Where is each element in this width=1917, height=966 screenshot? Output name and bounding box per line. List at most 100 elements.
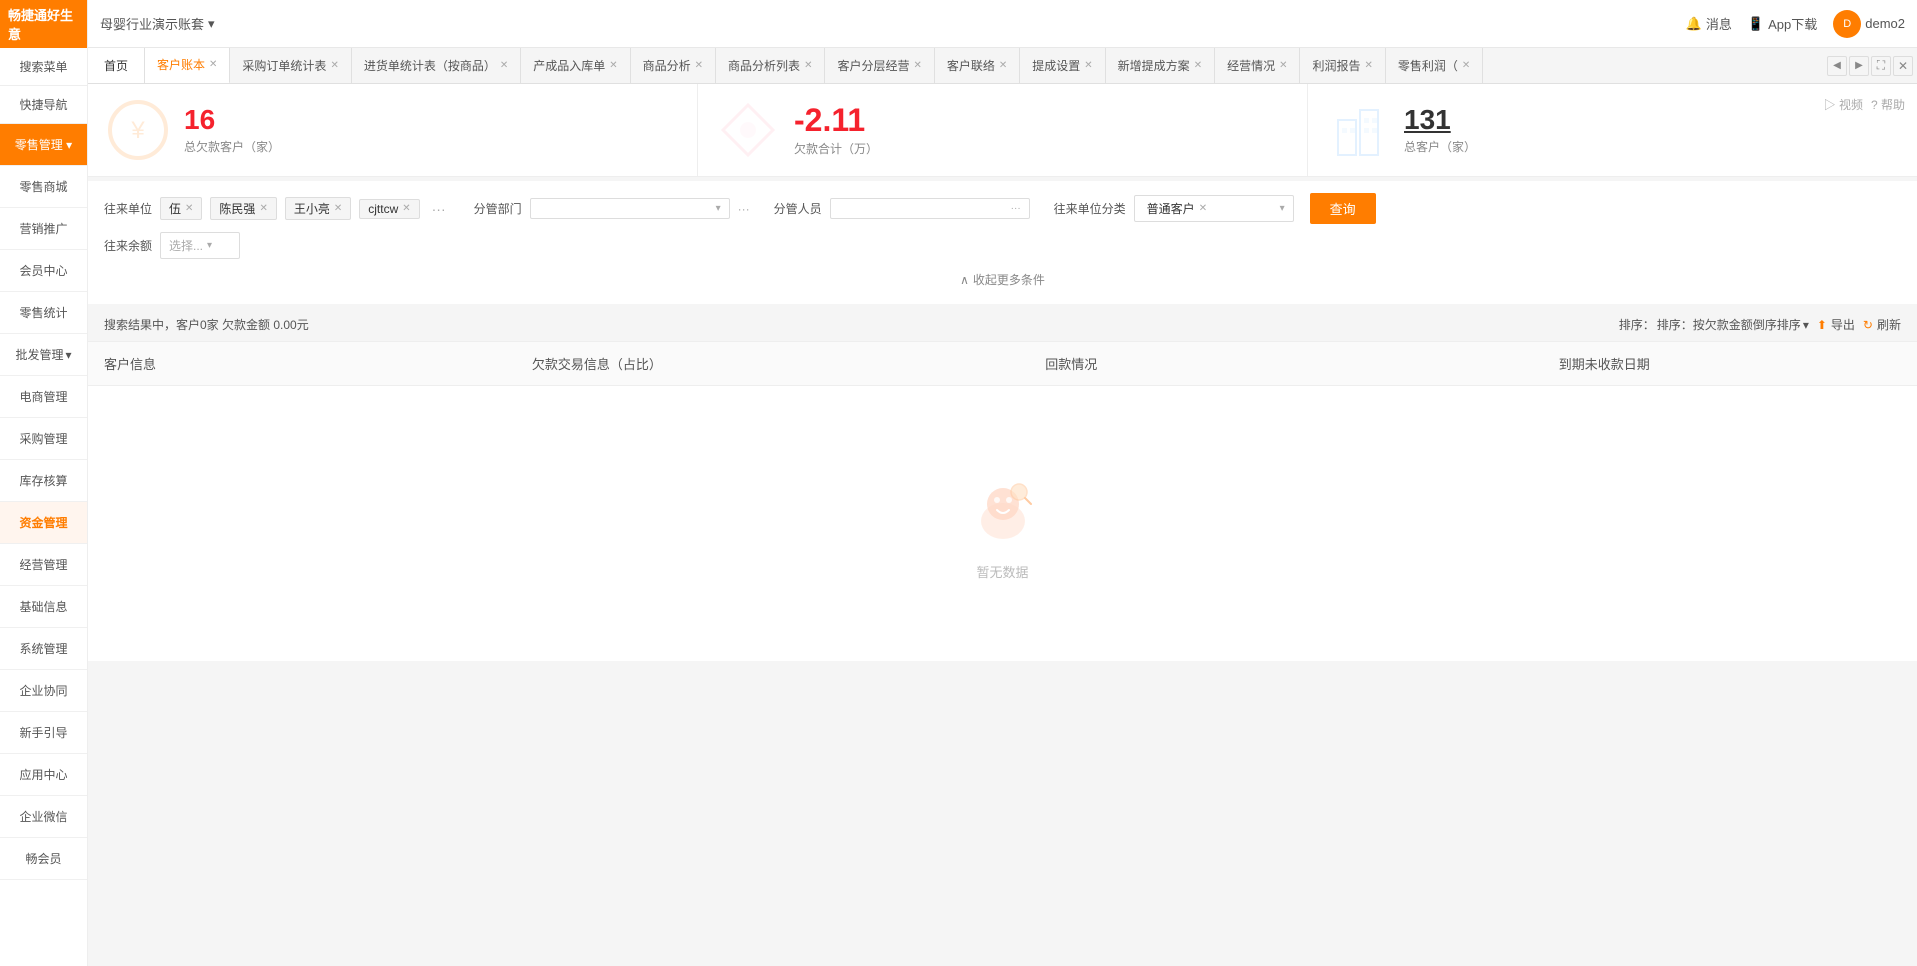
filter-unit-class-select[interactable]: 普通客户 ✕ ▾ (1134, 195, 1294, 222)
stat-total-customers: ▷ 视频 ? 帮助 131 (1308, 84, 1917, 176)
sidebar-item-app[interactable]: 应用中心 (0, 754, 87, 796)
avatar: D (1833, 10, 1861, 38)
sidebar-item-ecommerce[interactable]: 电商管理 (0, 376, 87, 418)
tab-close-inbound-stat[interactable]: ✕ (500, 60, 508, 71)
tab-close-new-promotion[interactable]: ✕ (1194, 60, 1202, 71)
filter-dept-label: 分管部门 (474, 200, 522, 217)
tab-operation-status[interactable]: 经营情况 ✕ (1215, 48, 1300, 84)
chevron-sort-icon: ▾ (1803, 318, 1809, 332)
sidebar-item-member[interactable]: 会员中心 (0, 250, 87, 292)
tab-close-purchase-order[interactable]: ✕ (330, 60, 338, 71)
th-arrears-info: 欠款交易信息（占比） (532, 354, 1045, 373)
filter-tag-wu: 伍 ✕ (160, 197, 202, 220)
stat-credit-info: 16 总欠款客户（家） (184, 106, 280, 155)
filter-more-tags[interactable]: ··· (428, 201, 450, 217)
user-profile[interactable]: D demo2 (1833, 10, 1905, 38)
tab-close-retail-profit[interactable]: ✕ (1462, 60, 1470, 71)
filter-tag-normal-customer: 普通客户 ✕ (1143, 200, 1211, 217)
filter-area: 往来单位 伍 ✕ 陈民强 ✕ 王小亮 ✕ cjttcw ✕ ··· (88, 181, 1917, 304)
query-button[interactable]: 查询 (1310, 193, 1376, 224)
tab-close-profit-report[interactable]: ✕ (1365, 60, 1373, 71)
tab-close-customer-segment[interactable]: ✕ (913, 60, 921, 71)
chevron-amount-icon: ▾ (207, 240, 212, 251)
filter-row-1: 往来单位 伍 ✕ 陈民强 ✕ 王小亮 ✕ cjttcw ✕ ··· (104, 193, 1901, 224)
filter-tag-close-wu[interactable]: ✕ (185, 203, 193, 214)
tab-expand-btn[interactable]: ⛶ (1871, 56, 1891, 76)
filter-amount-input[interactable]: 选择... ▾ (160, 232, 240, 259)
filter-tag-close-wang[interactable]: ✕ (334, 203, 342, 214)
filter-tag-close-cjttcw[interactable]: ✕ (402, 203, 410, 214)
sidebar-item-enterprise[interactable]: 企业协同 (0, 670, 87, 712)
tab-customer-balance[interactable]: 客户账本 ✕ (145, 48, 230, 84)
tab-retail-profit[interactable]: 零售利润（ ✕ (1386, 48, 1483, 84)
tab-goods-analysis[interactable]: 商品分析 ✕ (631, 48, 716, 84)
tab-goods-analysis-list[interactable]: 商品分析列表 ✕ (716, 48, 825, 84)
tab-close-promotion-settings[interactable]: ✕ (1084, 60, 1092, 71)
tab-customer-contact[interactable]: 客户联络 ✕ (935, 48, 1020, 84)
video-btn[interactable]: ▷ 视频 (1824, 96, 1863, 113)
tab-customer-segment[interactable]: 客户分层经营 ✕ (825, 48, 934, 84)
tab-close-goods-analysis-list[interactable]: ✕ (804, 60, 812, 71)
sidebar-quick-nav[interactable]: 快捷导航 (0, 86, 87, 124)
filter-tag-close-normal-customer[interactable]: ✕ (1199, 203, 1207, 214)
stat-total-value: 131 (1404, 106, 1476, 134)
search-results-bar: 搜索结果中，客户0家 欠款金额 0.00元 排序： 排序：按欠款金额倒序排序 ▾… (88, 308, 1917, 342)
tab-close-all-btn[interactable]: ✕ (1893, 56, 1913, 76)
sidebar-item-vip[interactable]: 畅会员 (0, 838, 87, 880)
refresh-icon: ↻ (1863, 318, 1873, 332)
tab-cost-inbound[interactable]: 产成品入库单 ✕ (521, 48, 630, 84)
sidebar-item-retail-mgmt[interactable]: 零售管理 ▾ (0, 124, 87, 166)
tab-close-goods-analysis[interactable]: ✕ (695, 60, 703, 71)
tabbar: 首页 客户账本 ✕ 采购订单统计表 ✕ 进货单统计表（按商品） ✕ 产成品入库单… (88, 48, 1917, 84)
sidebar-item-system[interactable]: 系统管理 (0, 628, 87, 670)
tab-close-cost-inbound[interactable]: ✕ (609, 60, 617, 71)
stat-arrears-info: -2.11 欠款合计（万） (794, 104, 878, 157)
filter-collapse-btn[interactable]: ∧ 收起更多条件 (104, 267, 1901, 292)
sidebar-item-retail-mall[interactable]: 零售商城 (0, 166, 87, 208)
refresh-btn[interactable]: ↻ 刷新 (1863, 316, 1901, 333)
stat-arrears-label: 欠款合计（万） (794, 140, 878, 157)
filter-person-select[interactable]: ··· (830, 198, 1030, 219)
sidebar-logo: 畅捷通好生意 (0, 0, 87, 48)
filter-dept-more[interactable]: ··· (738, 202, 750, 216)
tab-purchase-order[interactable]: 采购订单统计表 ✕ (230, 48, 351, 84)
app-download-btn[interactable]: 📱 App下载 (1748, 14, 1817, 33)
tab-home[interactable]: 首页 (88, 48, 145, 84)
messages-btn[interactable]: 🔔 消息 (1686, 14, 1732, 33)
sidebar-item-wholesale[interactable]: 批发管理▾ (0, 334, 87, 376)
download-icon: 📱 (1748, 16, 1764, 32)
account-switcher[interactable]: 母婴行业演示账套 ▾ (100, 14, 215, 33)
filter-unit-class-label: 往来单位分类 (1054, 200, 1126, 217)
filter-dept-select[interactable]: ▾ (530, 198, 730, 219)
tab-promotion-settings[interactable]: 提成设置 ✕ (1020, 48, 1105, 84)
sidebar-item-purchase[interactable]: 采购管理 (0, 418, 87, 460)
tab-prev-btn[interactable]: ◀ (1827, 56, 1847, 76)
tab-profit-report[interactable]: 利润报告 ✕ (1300, 48, 1385, 84)
sidebar-search[interactable]: 搜索菜单 (0, 48, 87, 86)
sidebar-item-basic[interactable]: 基础信息 (0, 586, 87, 628)
tab-new-promotion[interactable]: 新增提成方案 ✕ (1106, 48, 1215, 84)
main-area: 母婴行业演示账套 ▾ 🔔 消息 📱 App下载 D demo2 首页 (88, 0, 1917, 966)
help-btn[interactable]: ? 帮助 (1871, 96, 1905, 113)
topbar: 母婴行业演示账套 ▾ 🔔 消息 📱 App下载 D demo2 (88, 0, 1917, 48)
sidebar-item-marketing[interactable]: 营销推广 (0, 208, 87, 250)
tab-close-customer-balance[interactable]: ✕ (209, 59, 217, 70)
filter-tag-close-chen[interactable]: ✕ (259, 203, 267, 214)
svg-text:¥: ¥ (130, 117, 145, 144)
tab-close-customer-contact[interactable]: ✕ (999, 60, 1007, 71)
sidebar-item-inventory[interactable]: 库存核算 (0, 460, 87, 502)
tab-next-btn[interactable]: ▶ (1849, 56, 1869, 76)
sidebar-item-newbie[interactable]: 新手引导 (0, 712, 87, 754)
sidebar-item-operation[interactable]: 经营管理 (0, 544, 87, 586)
tabbar-navigation: ◀ ▶ ⛶ ✕ (1823, 56, 1917, 76)
tab-close-operation-status[interactable]: ✕ (1279, 60, 1287, 71)
sort-btn[interactable]: 排序： 排序：按欠款金额倒序排序 ▾ (1619, 316, 1809, 333)
sidebar-item-wechat[interactable]: 企业微信 (0, 796, 87, 838)
sidebar-item-retail-stat[interactable]: 零售统计 (0, 292, 87, 334)
sidebar-item-capital[interactable]: 资金管理 (0, 502, 87, 544)
search-results-info: 搜索结果中，客户0家 欠款金额 0.00元 (104, 316, 309, 333)
tab-inbound-stat[interactable]: 进货单统计表（按商品） ✕ (352, 48, 521, 84)
export-btn[interactable]: ⬆ 导出 (1817, 316, 1855, 333)
building-icon (1328, 100, 1388, 160)
diamond-star-icon (718, 100, 778, 160)
